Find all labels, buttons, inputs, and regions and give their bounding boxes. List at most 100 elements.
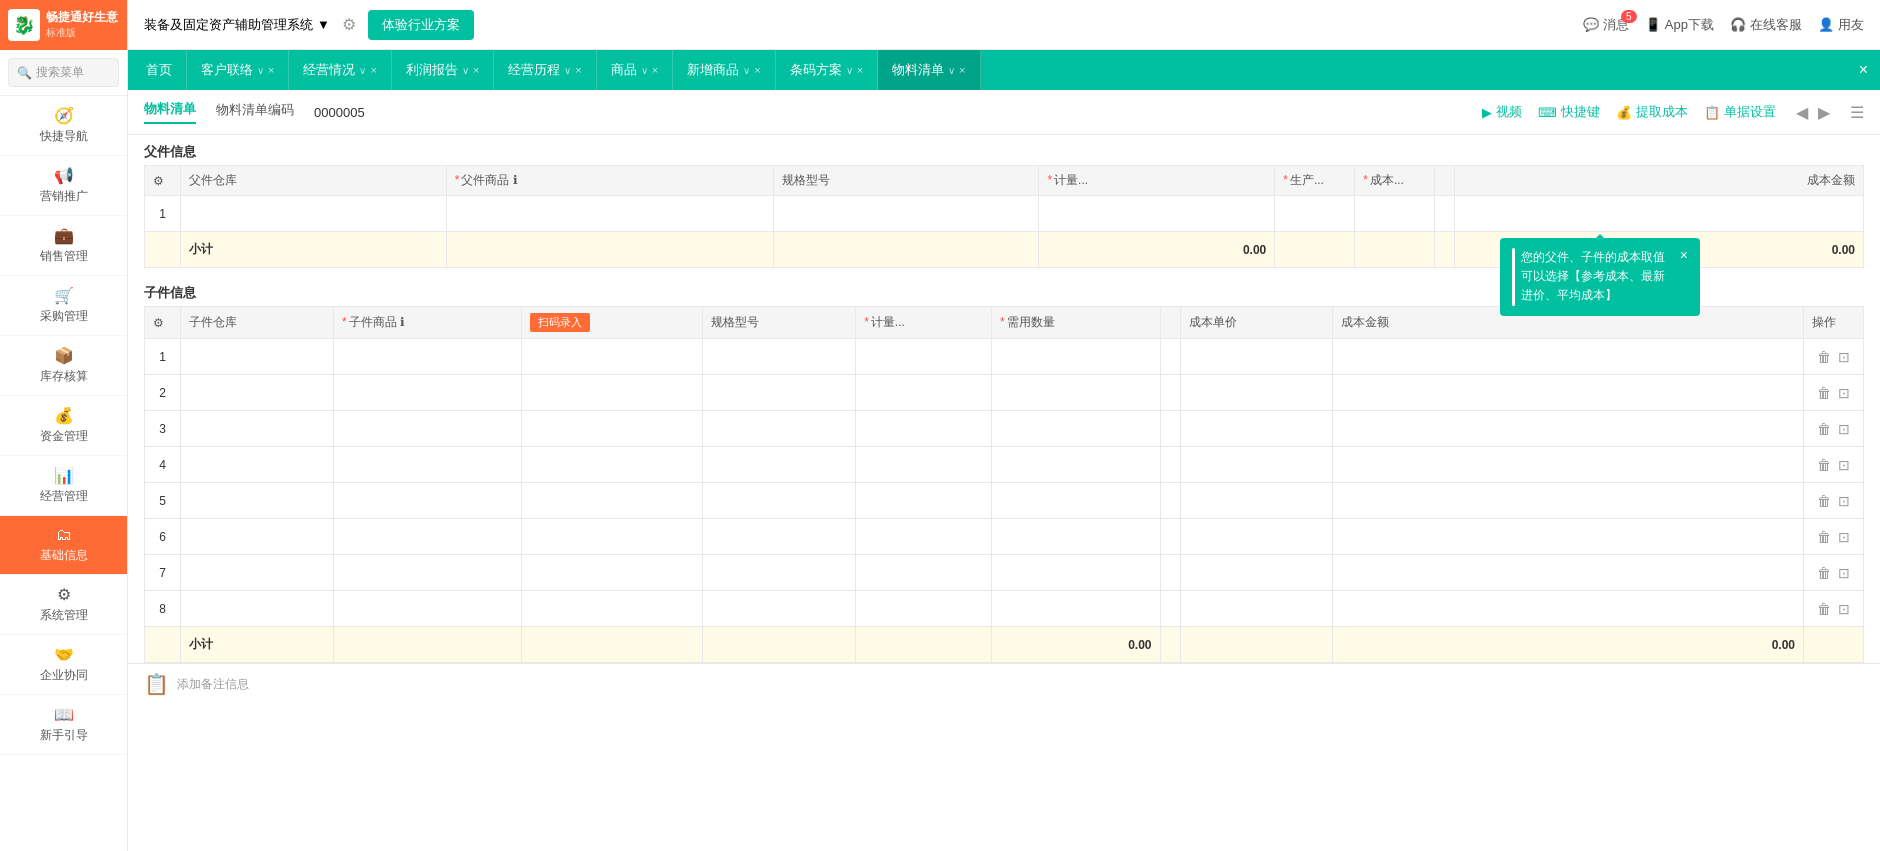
child-spec-cell[interactable] <box>703 483 856 519</box>
parent-unit-cell[interactable] <box>1039 196 1275 232</box>
child-qty-cell[interactable] <box>991 375 1160 411</box>
tooltip-close-button[interactable]: × <box>1680 248 1688 262</box>
child-spec-cell[interactable] <box>703 411 856 447</box>
close-icon[interactable]: × <box>268 64 274 76</box>
app-download-button[interactable]: 📱 App下载 <box>1645 16 1714 34</box>
child-unit-cell[interactable] <box>856 339 992 375</box>
delete-icon[interactable]: 🗑 <box>1817 529 1831 545</box>
child-warehouse-cell[interactable] <box>181 555 334 591</box>
child-product-cell[interactable] <box>333 483 521 519</box>
copy-icon[interactable]: ⊡ <box>1838 529 1850 545</box>
child-unit-cost-cell[interactable] <box>1180 591 1333 627</box>
delete-icon[interactable]: 🗑 <box>1817 385 1831 401</box>
child-unit-cost-cell[interactable] <box>1180 339 1333 375</box>
copy-icon[interactable]: ⊡ <box>1838 493 1850 509</box>
tab-profit[interactable]: 利润报告 ∨ × <box>392 50 494 90</box>
child-unit-cell[interactable] <box>856 519 992 555</box>
child-amount-cell[interactable] <box>1333 339 1804 375</box>
child-amount-cell[interactable] <box>1333 555 1804 591</box>
sidebar-item-operations[interactable]: 📊 经营管理 <box>0 456 127 516</box>
tab-customer[interactable]: 客户联络 ∨ × <box>187 50 289 90</box>
close-icon[interactable]: × <box>370 64 376 76</box>
copy-icon[interactable]: ⊡ <box>1838 385 1850 401</box>
tab-products[interactable]: 商品 ∨ × <box>597 50 673 90</box>
child-qty-cell[interactable] <box>991 483 1160 519</box>
child-amount-cell[interactable] <box>1333 375 1804 411</box>
child-qty-cell[interactable] <box>991 447 1160 483</box>
th-parent-settings[interactable]: ⚙ <box>145 166 181 196</box>
delete-icon[interactable]: 🗑 <box>1817 421 1831 437</box>
child-qty-cell[interactable] <box>991 519 1160 555</box>
parent-produce-cell[interactable] <box>1275 196 1355 232</box>
child-product-cell[interactable] <box>333 375 521 411</box>
sidebar-item-guide[interactable]: 📖 新手引导 <box>0 695 127 755</box>
child-unit-cell[interactable] <box>856 555 992 591</box>
parent-spec-cell[interactable] <box>773 196 1039 232</box>
child-unit-cost-cell[interactable] <box>1180 411 1333 447</box>
close-icon[interactable]: × <box>652 64 658 76</box>
parent-warehouse-cell[interactable] <box>181 196 447 232</box>
prev-button[interactable]: ◀ <box>1792 101 1812 124</box>
child-unit-cell[interactable] <box>856 375 992 411</box>
child-warehouse-cell[interactable] <box>181 591 334 627</box>
sidebar-item-enterprise[interactable]: 🤝 企业协同 <box>0 635 127 695</box>
child-warehouse-cell[interactable] <box>181 375 334 411</box>
online-service-button[interactable]: 🎧 在线客服 <box>1730 16 1802 34</box>
child-unit-cost-cell[interactable] <box>1180 375 1333 411</box>
delete-icon[interactable]: 🗑 <box>1817 565 1831 581</box>
child-product-cell[interactable] <box>333 339 521 375</box>
sidebar-item-inventory[interactable]: 📦 库存核算 <box>0 336 127 396</box>
copy-icon[interactable]: ⊡ <box>1838 349 1850 365</box>
child-spec-cell[interactable] <box>703 591 856 627</box>
child-product-cell[interactable] <box>333 519 521 555</box>
copy-icon[interactable]: ⊡ <box>1838 457 1850 473</box>
child-product-cell[interactable] <box>333 591 521 627</box>
extract-cost-button[interactable]: 💰 提取成本 <box>1616 103 1688 121</box>
child-spec-cell[interactable] <box>703 447 856 483</box>
delete-icon[interactable]: 🗑 <box>1817 457 1831 473</box>
child-unit-cell[interactable] <box>856 591 992 627</box>
copy-icon[interactable]: ⊡ <box>1838 601 1850 617</box>
delete-icon[interactable]: 🗑 <box>1817 349 1831 365</box>
parent-product-cell[interactable] <box>446 196 773 232</box>
child-unit-cost-cell[interactable] <box>1180 519 1333 555</box>
sub-tab-code[interactable]: 物料清单编码 <box>216 101 294 123</box>
system-selector[interactable]: 装备及固定资产辅助管理系统 ▼ <box>144 16 330 34</box>
list-view-icon[interactable]: ☰ <box>1850 103 1864 122</box>
message-button[interactable]: 💬 消息 5 <box>1583 16 1629 34</box>
close-all-button[interactable]: × <box>1851 61 1876 79</box>
child-spec-cell[interactable] <box>703 375 856 411</box>
child-unit-cost-cell[interactable] <box>1180 555 1333 591</box>
add-note-icon[interactable]: 📋 <box>144 672 169 696</box>
sidebar-item-marketing[interactable]: 📢 营销推广 <box>0 156 127 216</box>
close-icon[interactable]: × <box>754 64 760 76</box>
sidebar-item-quick-nav[interactable]: 🧭 快捷导航 <box>0 96 127 156</box>
sidebar-item-system[interactable]: ⚙ 系统管理 <box>0 575 127 635</box>
parent-cost-cell[interactable] <box>1355 196 1435 232</box>
child-unit-cell[interactable] <box>856 447 992 483</box>
child-product-cell[interactable] <box>333 447 521 483</box>
doc-settings-button[interactable]: 📋 单据设置 <box>1704 103 1776 121</box>
delete-icon[interactable]: 🗑 <box>1817 493 1831 509</box>
sidebar-item-basic-info[interactable]: 🗂 基础信息 <box>0 516 127 575</box>
close-icon[interactable]: × <box>959 64 965 76</box>
copy-icon[interactable]: ⊡ <box>1838 421 1850 437</box>
child-warehouse-cell[interactable] <box>181 483 334 519</box>
child-qty-cell[interactable] <box>991 411 1160 447</box>
close-icon[interactable]: × <box>473 64 479 76</box>
delete-icon[interactable]: 🗑 <box>1817 601 1831 617</box>
tab-home[interactable]: 首页 <box>132 50 187 90</box>
child-warehouse-cell[interactable] <box>181 519 334 555</box>
sidebar-item-finance[interactable]: 💰 资金管理 <box>0 396 127 456</box>
shortcut-button[interactable]: ⌨ 快捷键 <box>1538 103 1600 121</box>
child-amount-cell[interactable] <box>1333 483 1804 519</box>
child-qty-cell[interactable] <box>991 555 1160 591</box>
child-amount-cell[interactable] <box>1333 411 1804 447</box>
search-menu-button[interactable]: 🔍 搜索菜单 <box>8 58 119 87</box>
tab-bom[interactable]: 物料清单 ∨ × <box>878 50 980 90</box>
child-amount-cell[interactable] <box>1333 447 1804 483</box>
video-button[interactable]: ▶ 视频 <box>1482 103 1522 121</box>
child-amount-cell[interactable] <box>1333 519 1804 555</box>
scan-button[interactable]: 扫码录入 <box>530 313 590 332</box>
trial-button[interactable]: 体验行业方案 <box>368 10 474 40</box>
